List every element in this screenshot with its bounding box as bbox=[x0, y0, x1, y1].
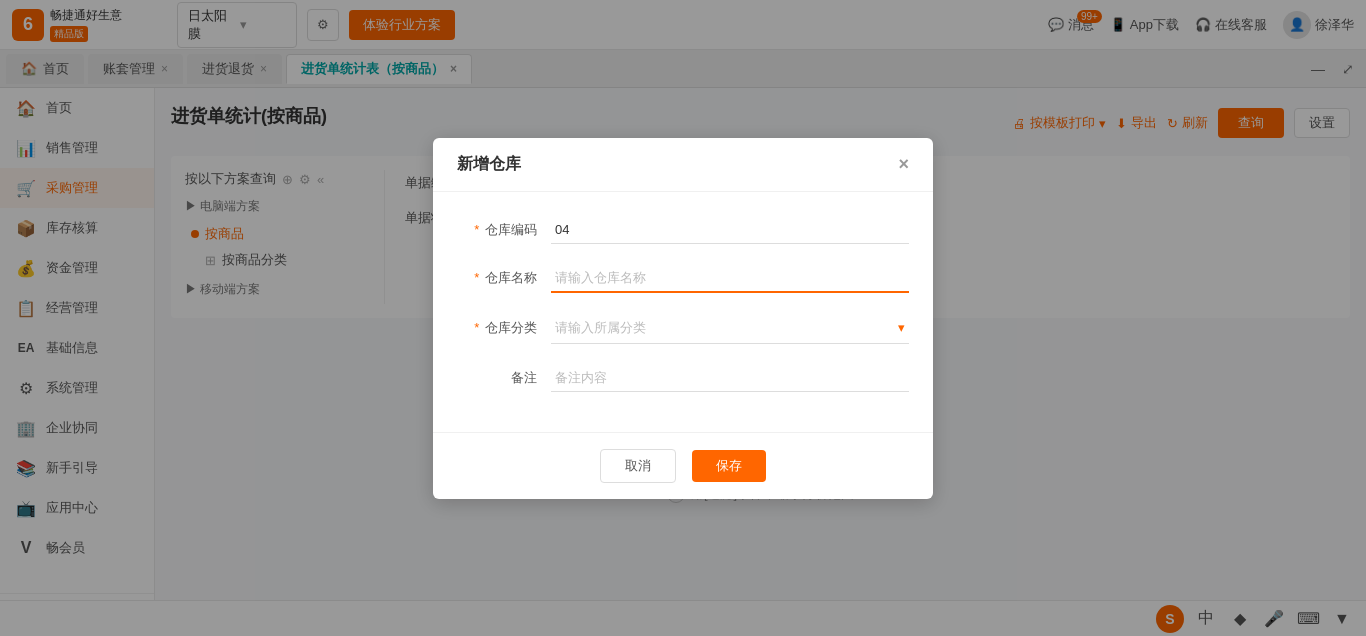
dialog-footer: 取消 保存 bbox=[433, 432, 933, 499]
dialog-close-icon[interactable]: × bbox=[898, 154, 909, 175]
dialog-title: 新增仓库 bbox=[457, 154, 521, 175]
field-category-label-text: 仓库分类 bbox=[485, 320, 537, 335]
category-placeholder: 请输入所属分类 bbox=[555, 319, 646, 337]
field-note-label: 备注 bbox=[457, 369, 537, 387]
field-name-label: * 仓库名称 bbox=[457, 269, 537, 287]
form-row-category: * 仓库分类 请输入所属分类 ▾ bbox=[457, 313, 909, 344]
category-chevron-icon: ▾ bbox=[898, 320, 905, 335]
new-warehouse-dialog: 新增仓库 × * 仓库编码 * 仓库名称 bbox=[433, 138, 933, 499]
warehouse-code-input[interactable] bbox=[551, 216, 909, 244]
dialog-overlay: 新增仓库 × * 仓库编码 * 仓库名称 bbox=[0, 0, 1366, 636]
form-row-name: * 仓库名称 bbox=[457, 264, 909, 293]
field-name-label-text: 仓库名称 bbox=[485, 270, 537, 285]
field-note-label-text: 备注 bbox=[511, 370, 537, 385]
required-icon-2: * bbox=[474, 270, 479, 285]
field-code-label: * 仓库编码 bbox=[457, 221, 537, 239]
required-icon: * bbox=[474, 222, 479, 237]
dialog-body: * 仓库编码 * 仓库名称 * 仓库分类 请输入所属 bbox=[433, 192, 933, 432]
warehouse-note-input[interactable] bbox=[551, 364, 909, 392]
warehouse-name-input[interactable] bbox=[551, 264, 909, 293]
field-code-label-text: 仓库编码 bbox=[485, 222, 537, 237]
save-button[interactable]: 保存 bbox=[692, 450, 766, 482]
form-row-note: 备注 bbox=[457, 364, 909, 392]
cancel-button[interactable]: 取消 bbox=[600, 449, 676, 483]
dialog-header: 新增仓库 × bbox=[433, 138, 933, 192]
required-icon-3: * bbox=[474, 320, 479, 335]
form-row-code: * 仓库编码 bbox=[457, 216, 909, 244]
warehouse-category-select[interactable]: 请输入所属分类 ▾ bbox=[551, 313, 909, 344]
field-category-label: * 仓库分类 bbox=[457, 319, 537, 337]
